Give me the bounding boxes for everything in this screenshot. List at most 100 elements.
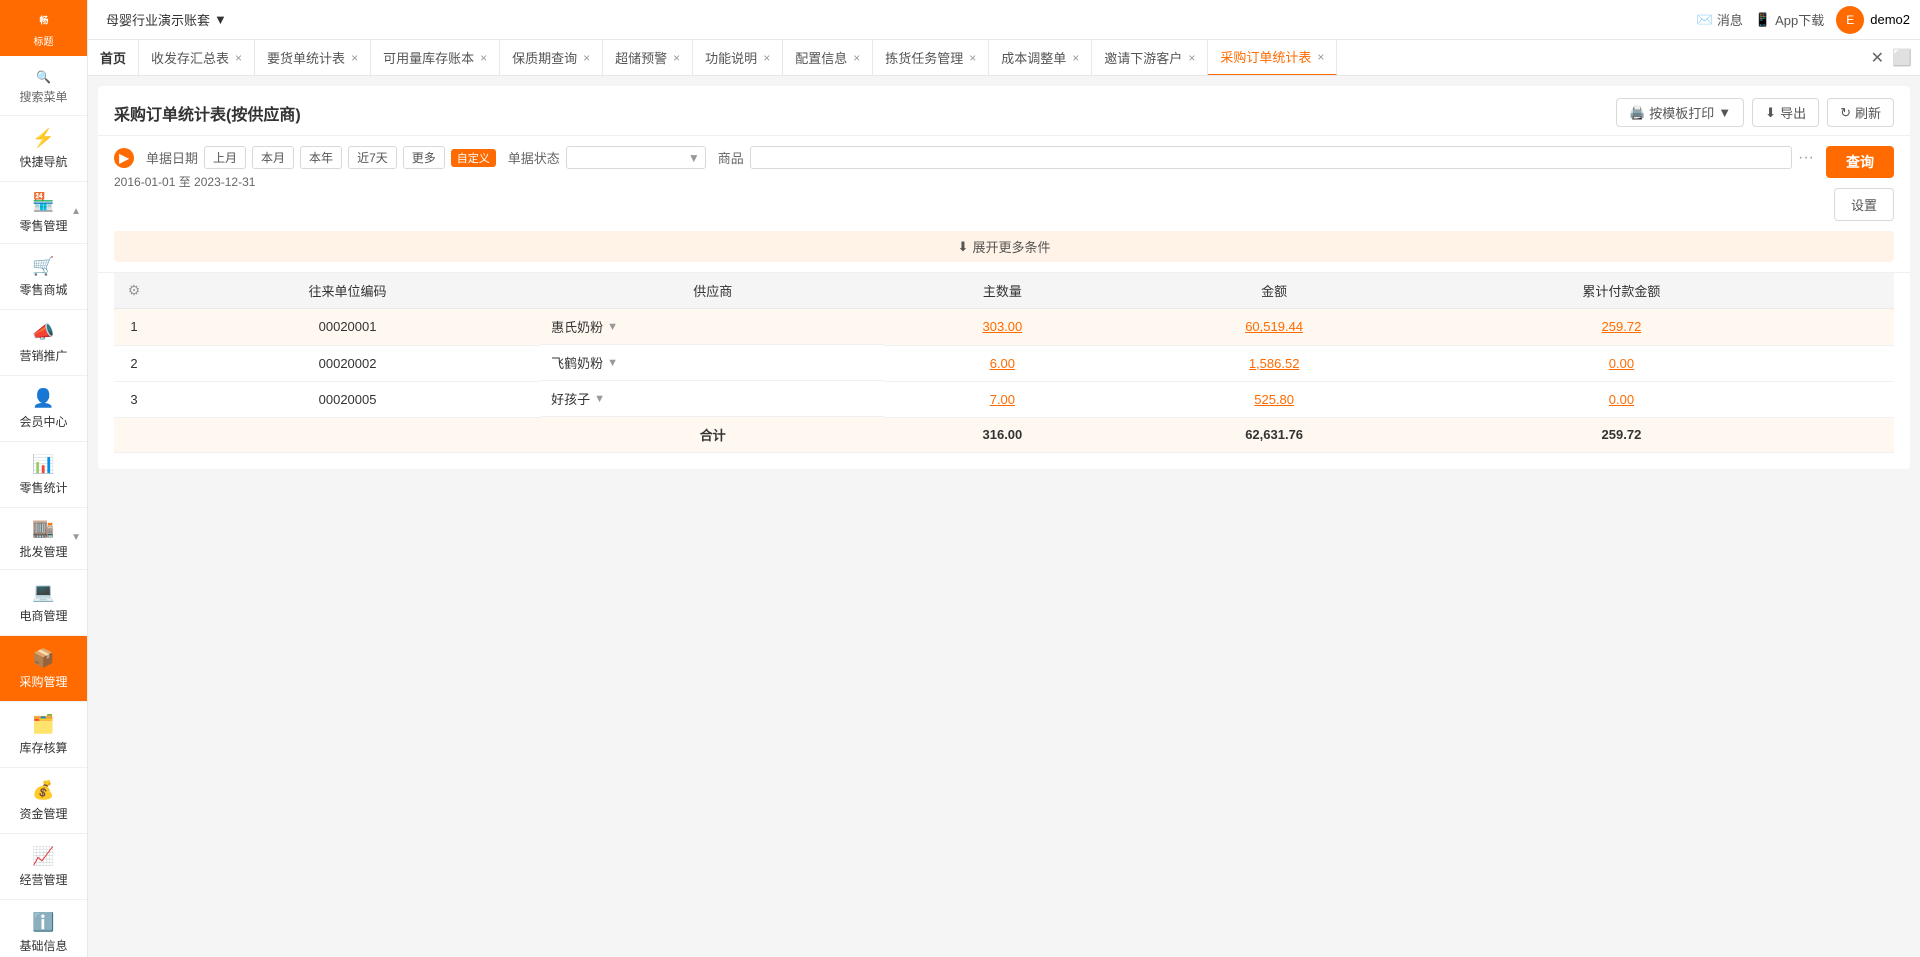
sidebar-quick-nav-label: 快捷导航	[19, 154, 67, 171]
table-settings-icon[interactable]: ⚙	[128, 282, 141, 298]
sidebar-item-basic-info[interactable]: ℹ️ 基础信息	[0, 900, 87, 957]
row-paid-amount[interactable]: 0.00	[1428, 345, 1815, 381]
sidebar-item-inventory-check[interactable]: 🗂️ 库存核算	[0, 702, 87, 768]
tab-receive-summary-close[interactable]: ×	[235, 51, 242, 65]
sidebar-item-finance-mgmt[interactable]: 💰 资金管理	[0, 768, 87, 834]
tab-order-summary-close[interactable]: ×	[351, 51, 358, 65]
tab-close-all-button[interactable]: ✕	[1871, 48, 1884, 68]
sidebar-item-ops-mgmt[interactable]: 📈 经营管理	[0, 834, 87, 900]
tab-receive-summary[interactable]: 收发存汇总表 ×	[139, 40, 255, 76]
avatar: E	[1836, 6, 1864, 34]
row-amount[interactable]: 525.80	[1120, 381, 1427, 417]
tab-inventory-ledger-close[interactable]: ×	[480, 51, 487, 65]
export-label: 导出	[1780, 103, 1806, 122]
row-paid-amount[interactable]: 0.00	[1428, 381, 1815, 417]
sidebar-item-member-center[interactable]: 👤 会员中心	[0, 376, 87, 442]
date-7days-btn[interactable]: 近7天	[348, 146, 397, 169]
tabbar: 首页 收发存汇总表 × 要货单统计表 × 可用量库存账本 × 保质期查询 × 超…	[88, 40, 1920, 76]
sidebar-item-retail-stats[interactable]: 📊 零售统计	[0, 442, 87, 508]
tab-cost-adjust-close[interactable]: ×	[1072, 51, 1079, 65]
tab-invite-downstream-close[interactable]: ×	[1188, 51, 1195, 65]
tab-config-info-close[interactable]: ×	[853, 51, 860, 65]
tab-inventory-ledger-label: 可用量库存账本	[383, 48, 474, 67]
row-main-qty[interactable]: 6.00	[884, 345, 1120, 381]
tab-overstock-warning[interactable]: 超储预警 ×	[603, 40, 693, 76]
tab-order-summary[interactable]: 要货单统计表 ×	[255, 40, 371, 76]
tab-overstock-close[interactable]: ×	[673, 51, 680, 65]
row-amount[interactable]: 60,519.44	[1120, 309, 1427, 346]
tab-purchase-summary[interactable]: 采购订单统计表 ×	[1208, 40, 1337, 76]
sidebar-search-label: 搜索菜单	[19, 88, 67, 105]
page-content: 采购订单统计表(按供应商) 🖨️ 按模板打印 ▼ ⬇ 导出 ↻ 刷新	[88, 76, 1920, 957]
print-button[interactable]: 🖨️ 按模板打印 ▼	[1616, 98, 1744, 127]
supplier-dropdown-icon[interactable]: ▼	[607, 321, 618, 333]
message-button[interactable]: ✉️ 消息	[1697, 10, 1743, 29]
tab-inventory-ledger[interactable]: 可用量库存账本 ×	[371, 40, 500, 76]
tab-config-info[interactable]: 配置信息 ×	[783, 40, 873, 76]
refresh-button[interactable]: ↻ 刷新	[1827, 98, 1894, 127]
tab-restore-button[interactable]: ⬜	[1892, 48, 1912, 68]
sidebar-item-retail-store[interactable]: 🛒 零售商城	[0, 244, 87, 310]
tab-picking-task-close[interactable]: ×	[969, 51, 976, 65]
table-body: 1 00020001 惠氏奶粉 ▼ 303.00 60,519.44 259.7…	[114, 309, 1894, 418]
app-download-button[interactable]: 📱 App下载	[1755, 10, 1824, 29]
print-icon: 🖨️	[1629, 105, 1645, 121]
row-main-qty[interactable]: 7.00	[884, 381, 1120, 417]
message-label: 消息	[1717, 10, 1743, 29]
sidebar-search-item[interactable]: 🔍 搜索菜单	[0, 56, 87, 116]
date-this-month-btn[interactable]: 本月	[252, 146, 294, 169]
footer-label: 合计	[541, 417, 884, 453]
expand-conditions-button[interactable]: ⬇ 展开更多条件	[114, 231, 1894, 262]
topbar: 母婴行业演示账套 ▼ ✉️ 消息 📱 App下载 E demo2	[88, 0, 1920, 40]
tab-warranty-query[interactable]: 保质期查询 ×	[500, 40, 603, 76]
tab-function-desc-close[interactable]: ×	[763, 51, 770, 65]
filter-goods-item: 商品 ···	[718, 146, 1814, 169]
tab-function-desc[interactable]: 功能说明 ×	[693, 40, 783, 76]
status-select[interactable]	[566, 146, 706, 169]
row-extra	[1815, 309, 1894, 346]
goods-filter-input[interactable]	[750, 146, 1792, 169]
tab-warranty-close[interactable]: ×	[583, 51, 590, 65]
message-icon: ✉️	[1697, 12, 1713, 28]
data-table: ⚙ 往来单位编码 供应商 主数量 金额 累计付款金额 1 00020001	[114, 273, 1894, 453]
supplier-dropdown-icon[interactable]: ▼	[607, 357, 618, 369]
sidebar-item-retail-mgmt[interactable]: 🏪 零售管理 ▲	[0, 182, 87, 244]
table-row: 2 00020002 飞鹤奶粉 ▼ 6.00 1,586.52 0.00	[114, 345, 1894, 381]
sidebar-item-purchase-mgmt[interactable]: 📦 采购管理	[0, 636, 87, 702]
row-paid-amount[interactable]: 259.72	[1428, 309, 1815, 346]
tab-home[interactable]: 首页	[88, 40, 139, 76]
user-profile-button[interactable]: E demo2	[1836, 6, 1910, 34]
sidebar-item-ecommerce-mgmt[interactable]: 💻 电商管理	[0, 570, 87, 636]
supplier-dropdown-icon[interactable]: ▼	[594, 393, 605, 405]
filter-status-item: 单据状态 ▼	[508, 146, 706, 169]
row-extra	[1815, 381, 1894, 417]
retail-mgmt-arrow-icon: ▲	[71, 205, 81, 219]
sidebar-ecommerce-label: 电商管理	[19, 608, 67, 625]
row-main-qty[interactable]: 303.00	[884, 309, 1120, 346]
tab-picking-task[interactable]: 拣货任务管理 ×	[873, 40, 989, 76]
tab-cost-adjust[interactable]: 成本调整单 ×	[989, 40, 1092, 76]
footer-main-qty: 316.00	[884, 417, 1120, 453]
row-code: 00020005	[154, 381, 541, 417]
workspace-selector[interactable]: 母婴行业演示账套 ▼	[98, 10, 235, 29]
goods-filter-dots[interactable]: ···	[1798, 149, 1814, 167]
sidebar-marketing-label: 营销推广	[19, 348, 67, 365]
retail-store-icon: 🛒	[32, 254, 54, 279]
expand-filter-button[interactable]: ▶	[114, 148, 134, 168]
tab-purchase-summary-close[interactable]: ×	[1317, 50, 1324, 64]
sidebar-item-wholesale-mgmt[interactable]: 🏬 批发管理 ▼	[0, 508, 87, 570]
tab-invite-downstream-label: 邀请下游客户	[1104, 48, 1182, 67]
sidebar-retail-store-label: 零售商城	[19, 282, 67, 299]
sidebar-item-marketing[interactable]: 📣 营销推广	[0, 310, 87, 376]
tab-invite-downstream[interactable]: 邀请下游客户 ×	[1092, 40, 1208, 76]
settings-button[interactable]: 设置	[1834, 188, 1894, 221]
date-this-year-btn[interactable]: 本年	[300, 146, 342, 169]
date-last-month-btn[interactable]: 上月	[204, 146, 246, 169]
date-more-btn[interactable]: 更多	[403, 146, 445, 169]
query-button[interactable]: 查询	[1826, 146, 1894, 178]
sidebar-item-quick-nav[interactable]: ⚡ 快捷导航	[0, 116, 87, 182]
row-index: 2	[114, 345, 154, 381]
export-button[interactable]: ⬇ 导出	[1752, 98, 1819, 127]
row-amount[interactable]: 1,586.52	[1120, 345, 1427, 381]
export-icon: ⬇	[1765, 105, 1776, 121]
